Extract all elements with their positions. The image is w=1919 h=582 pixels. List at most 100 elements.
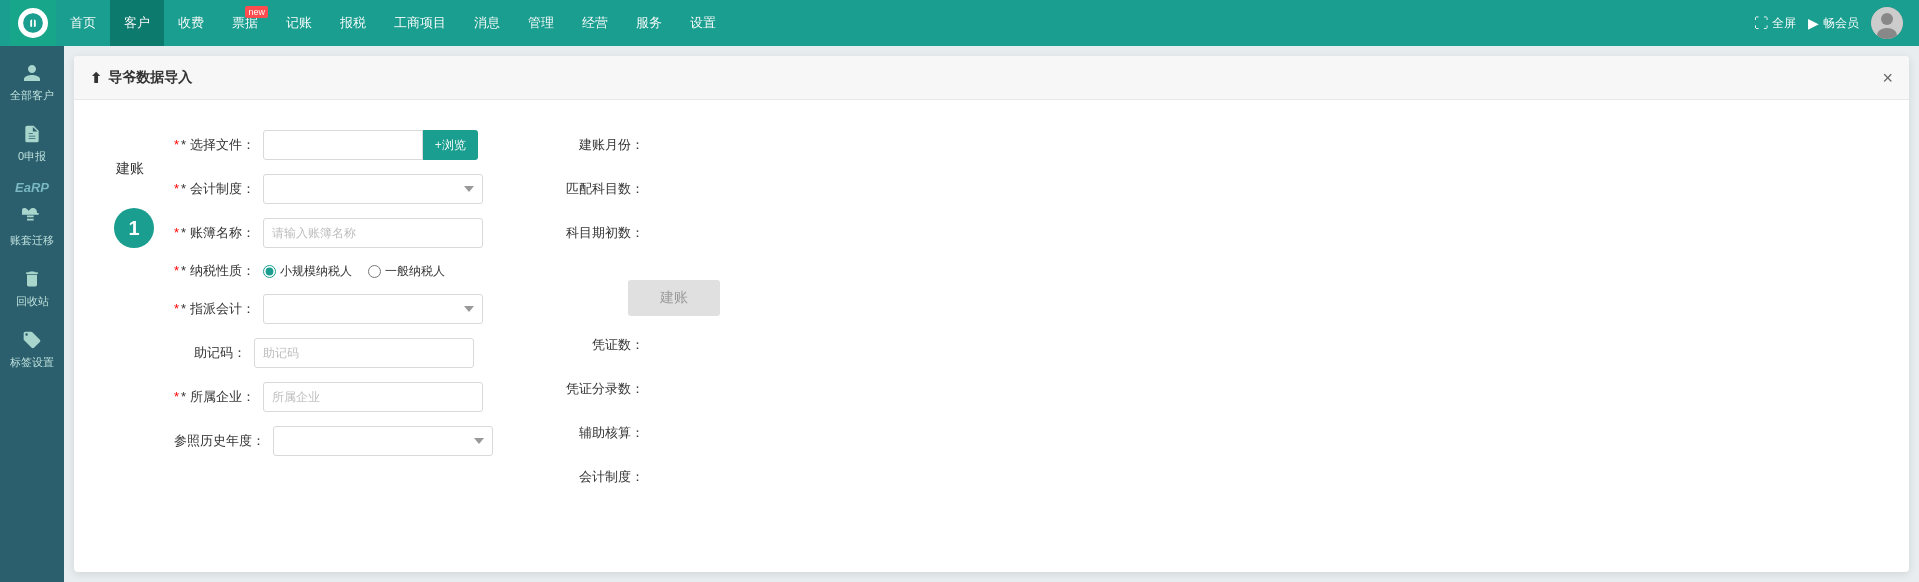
company-row: * 所属企业： xyxy=(174,382,514,412)
sidebar: 全部客户 0申报 EaRP 账套迁移 回收站 标签设置 xyxy=(0,46,64,582)
upload-icon: ⬆ xyxy=(90,70,102,86)
panel-title: ⬆ 导爷数据导入 xyxy=(90,69,192,87)
voucher-entries-label: 凭证分录数： xyxy=(554,380,644,398)
accountant-row: * 指派会计： xyxy=(174,294,514,324)
logo-icon xyxy=(18,8,48,38)
sidebar-migrate-label: 账套迁移 xyxy=(10,233,54,248)
tax-type-small-radio[interactable] xyxy=(263,265,276,278)
sidebar-item-tag-settings[interactable]: 标签设置 xyxy=(0,321,64,378)
history-year-row: 参照历史年度： xyxy=(174,426,514,456)
nav-manage[interactable]: 管理 xyxy=(514,0,568,46)
member-button[interactable]: ▶ 畅会员 xyxy=(1808,15,1859,32)
nav-right: ⛶ 全屏 ▶ 畅会员 xyxy=(1754,7,1903,39)
browse-button[interactable]: +浏览 xyxy=(423,130,478,160)
declare-icon xyxy=(21,123,43,145)
step-circle: 1 xyxy=(114,208,154,248)
form-left: 建账 1 * 选择文件： +浏览 xyxy=(114,120,514,492)
logo[interactable] xyxy=(10,0,56,46)
sidebar-item-zero-declare[interactable]: 0申报 xyxy=(0,115,64,172)
form-fields: * 选择文件： +浏览 * 会计制度： xyxy=(174,130,514,456)
person-icon xyxy=(21,62,43,84)
nav-invoice[interactable]: 票据 new xyxy=(218,0,272,46)
migrate-icon xyxy=(21,207,43,229)
nav-settings[interactable]: 设置 xyxy=(676,0,730,46)
create-month-label: 建账月份： xyxy=(554,136,644,154)
accountant-label: * 指派会计： xyxy=(174,300,255,318)
company-label: * 所属企业： xyxy=(174,388,255,406)
user-avatar[interactable] xyxy=(1871,7,1903,39)
aux-accounting-label: 辅助核算： xyxy=(554,424,644,442)
subject-init-label: 科目期初数： xyxy=(554,224,644,242)
fullscreen-icon: ⛶ xyxy=(1754,15,1768,31)
subject-init-row: 科目期初数： xyxy=(554,218,794,248)
member-label: 畅会员 xyxy=(1823,15,1859,32)
accounting-system-row: * 会计制度： xyxy=(174,174,514,204)
sidebar-tag-settings-label: 标签设置 xyxy=(10,355,54,370)
fullscreen-label: 全屏 xyxy=(1772,15,1796,32)
tax-type-radio-group: 小规模纳税人 一般纳税人 xyxy=(263,263,445,280)
sidebar-item-all-customers[interactable]: 全部客户 xyxy=(0,54,64,111)
trash-icon xyxy=(21,268,43,290)
memo-row: 助记码： xyxy=(174,338,514,368)
create-account-button[interactable]: 建账 xyxy=(628,280,720,316)
svg-point-2 xyxy=(1881,13,1893,25)
memo-input[interactable] xyxy=(254,338,474,368)
tax-type-row: * 纳税性质： 小规模纳税人 一般纳税人 xyxy=(174,262,514,280)
match-subject-label: 匹配科目数： xyxy=(554,180,644,198)
content-area: ⬆ 导爷数据导入 × 建账 1 * 选择文件： xyxy=(64,46,1919,582)
history-year-select[interactable] xyxy=(273,426,493,456)
sidebar-item-recycle[interactable]: 回收站 xyxy=(0,260,64,317)
match-subject-row: 匹配科目数： xyxy=(554,174,794,204)
file-input[interactable] xyxy=(263,130,423,160)
sidebar-all-customers-label: 全部客户 xyxy=(10,88,54,103)
nav-tax[interactable]: 报税 xyxy=(326,0,380,46)
nav-fee[interactable]: 收费 xyxy=(164,0,218,46)
ledger-name-row: * 账簿名称： xyxy=(174,218,514,248)
accounting-sys-row: 会计制度： xyxy=(554,462,794,492)
panel-header: ⬆ 导爷数据导入 × xyxy=(74,56,1909,100)
close-button[interactable]: × xyxy=(1882,69,1893,87)
sidebar-zero-declare-label: 0申报 xyxy=(18,149,46,164)
tax-type-label: * 纳税性质： xyxy=(174,262,255,280)
form-area: 建账 1 * 选择文件： +浏览 xyxy=(74,100,1909,512)
nav-message[interactable]: 消息 xyxy=(460,0,514,46)
file-label: * 选择文件： xyxy=(174,136,255,154)
voucher-entries-row: 凭证分录数： xyxy=(554,374,794,404)
company-input[interactable] xyxy=(263,382,483,412)
member-icon: ▶ xyxy=(1808,15,1819,31)
nav-bookkeeping[interactable]: 记账 xyxy=(272,0,326,46)
sidebar-item-migrate[interactable]: 账套迁移 xyxy=(0,199,64,256)
tax-type-small[interactable]: 小规模纳税人 xyxy=(263,263,352,280)
nav-customer[interactable]: 客户 xyxy=(110,0,164,46)
new-badge: new xyxy=(245,6,268,18)
tag-icon xyxy=(21,329,43,351)
create-month-row: 建账月份： xyxy=(554,130,794,160)
accountant-select[interactable] xyxy=(263,294,483,324)
file-row: * 选择文件： +浏览 xyxy=(174,130,514,160)
history-year-label: 参照历史年度： xyxy=(174,432,265,450)
tax-type-general[interactable]: 一般纳税人 xyxy=(368,263,445,280)
tax-type-general-radio[interactable] xyxy=(368,265,381,278)
voucher-label: 凭证数： xyxy=(554,336,644,354)
nav-service[interactable]: 服务 xyxy=(622,0,676,46)
import-panel: ⬆ 导爷数据导入 × 建账 1 * 选择文件： xyxy=(74,56,1909,572)
nav-operation[interactable]: 经营 xyxy=(568,0,622,46)
nav-items: 首页 客户 收费 票据 new 记账 报税 工商项目 消息 管理 经营 服务 设… xyxy=(56,0,1754,46)
nav-home[interactable]: 首页 xyxy=(56,0,110,46)
file-input-group: +浏览 xyxy=(263,130,478,160)
section-label: 建账 xyxy=(116,160,144,178)
aux-accounting-row: 辅助核算： xyxy=(554,418,794,448)
main-layout: 全部客户 0申报 EaRP 账套迁移 回收站 标签设置 xyxy=(0,46,1919,582)
voucher-row: 凭证数： xyxy=(554,330,794,360)
fullscreen-button[interactable]: ⛶ 全屏 xyxy=(1754,15,1796,32)
top-navigation: 首页 客户 收费 票据 new 记账 报税 工商项目 消息 管理 经营 服务 设… xyxy=(0,0,1919,46)
ledger-name-input[interactable] xyxy=(263,218,483,248)
accounting-system-label: * 会计制度： xyxy=(174,180,255,198)
earp-label: EaRP xyxy=(15,180,49,195)
accounting-sys-label: 会计制度： xyxy=(554,468,644,486)
memo-label: 助记码： xyxy=(174,344,246,362)
nav-business-project[interactable]: 工商项目 xyxy=(380,0,460,46)
accounting-system-select[interactable] xyxy=(263,174,483,204)
ledger-name-label: * 账簿名称： xyxy=(174,224,255,242)
form-right: 建账月份： 匹配科目数： 科目期初数： 建账 xyxy=(554,130,794,492)
